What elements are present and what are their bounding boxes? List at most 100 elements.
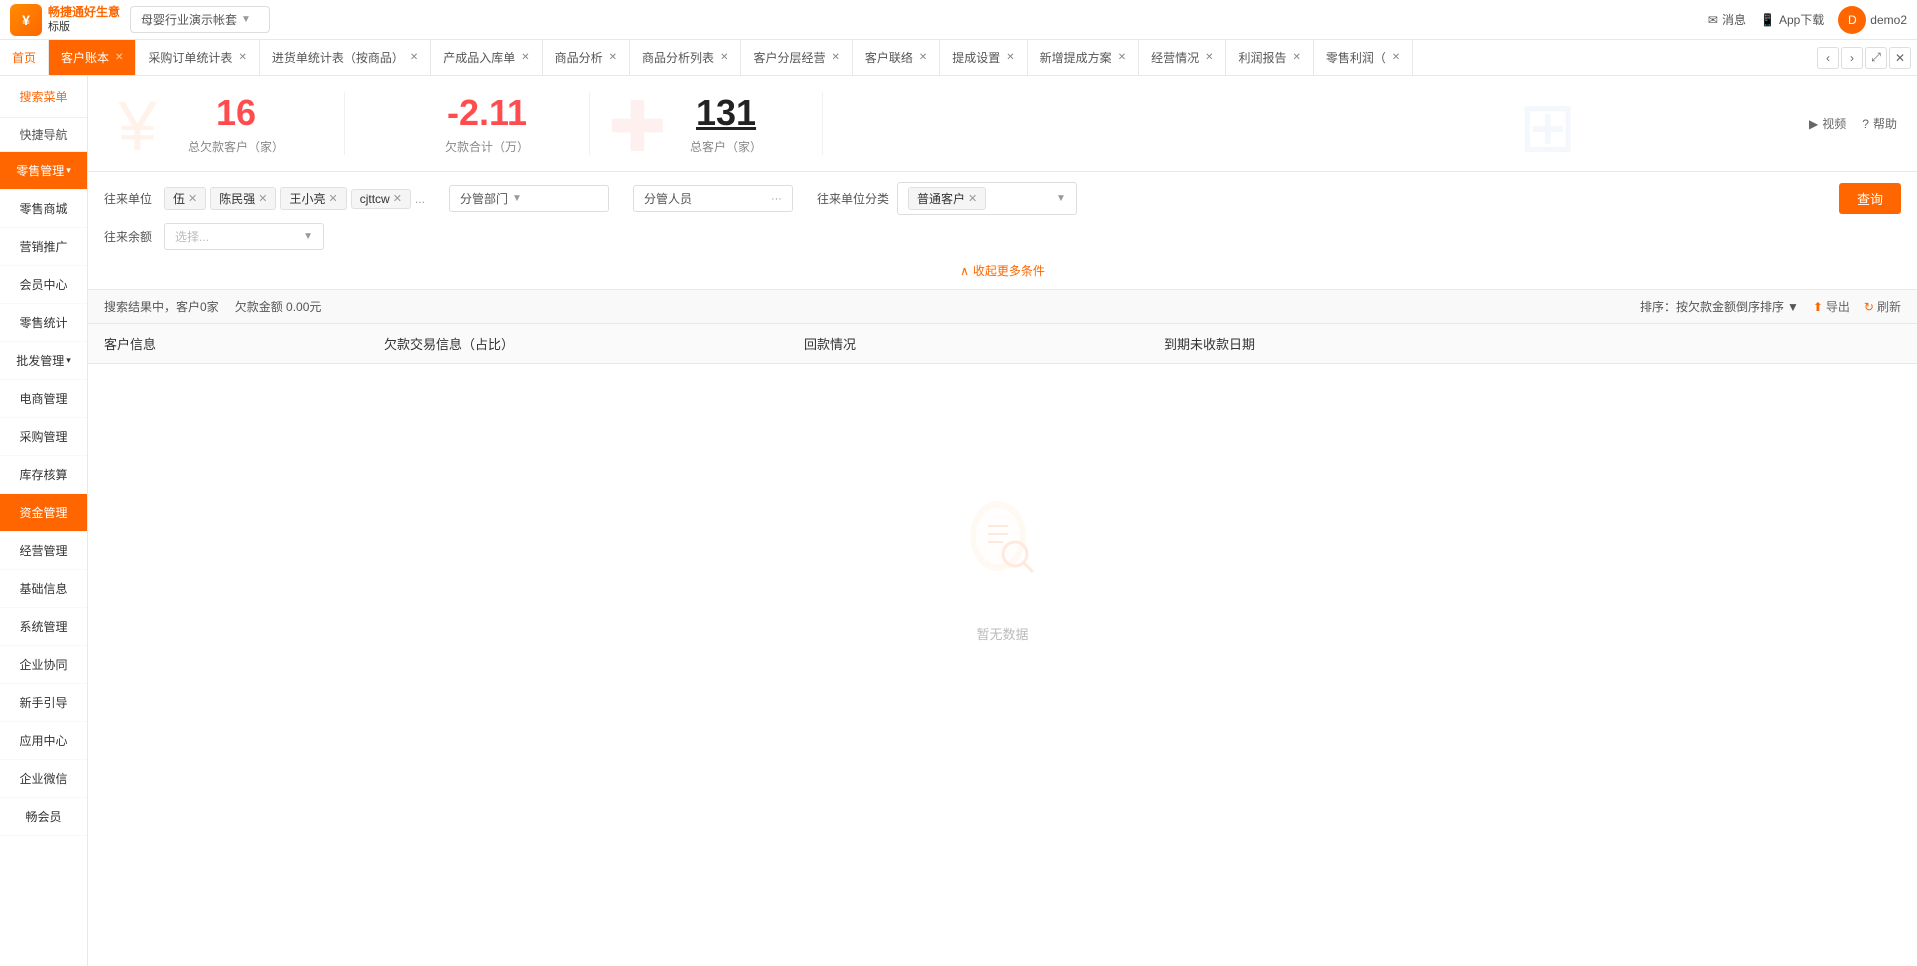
chevron-down-icon: ▼	[512, 193, 522, 204]
tab-customer-contact[interactable]: 客户联络 ✕	[853, 40, 940, 76]
unit-type-selector[interactable]: 普通客户 ✕ ▼	[897, 182, 1077, 215]
dept-selector[interactable]: 分管部门 ▼	[449, 185, 609, 212]
stat-bg-icon-3: ⊞	[1518, 86, 1577, 168]
filter-tag-cjttcw: cjttcw ✕	[351, 189, 411, 209]
close-icon[interactable]: ✕	[238, 52, 246, 63]
remove-tag-wang[interactable]: ✕	[328, 192, 337, 205]
col-customer-info: 客户信息	[104, 334, 384, 353]
tab-business-status[interactable]: 经营情况 ✕	[1139, 40, 1226, 76]
nav-next-button[interactable]: ›	[1841, 47, 1863, 69]
tab-profit-report[interactable]: 利润报告 ✕	[1226, 40, 1313, 76]
tab-goods-analysis-list[interactable]: 商品分析列表 ✕	[630, 40, 741, 76]
close-icon[interactable]: ✕	[1118, 52, 1126, 63]
stat-debt-customers-value: 16	[216, 92, 256, 134]
close-icon[interactable]: ✕	[1205, 52, 1213, 63]
sidebar-item-basic-info[interactable]: 基础信息	[0, 570, 87, 608]
close-icon[interactable]: ✕	[1392, 52, 1400, 63]
export-button[interactable]: ⬆ 导出	[1813, 298, 1850, 315]
sidebar-item-member[interactable]: 会员中心	[0, 266, 87, 304]
sidebar-item-guide[interactable]: 新手引导	[0, 684, 87, 722]
stat-debt-amount-label: 欠款合计（万）	[445, 138, 529, 155]
quick-nav-button[interactable]: 快捷导航	[0, 118, 87, 152]
help-button[interactable]: ? 帮助	[1862, 115, 1897, 132]
close-icon[interactable]: ✕	[720, 52, 728, 63]
tab-customer-ledger[interactable]: 客户账本 ✕	[49, 40, 136, 76]
sidebar-item-operation[interactable]: 经营管理	[0, 532, 87, 570]
search-menu-button[interactable]: 搜索菜单	[6, 84, 81, 109]
sort-button[interactable]: 排序：按欠款金额倒序排序 ▼	[1640, 298, 1799, 315]
sidebar-item-enterprise[interactable]: 企业协同	[0, 646, 87, 684]
filter-tag-wang: 王小亮 ✕	[280, 187, 346, 210]
table-header: 客户信息 欠款交易信息（占比） 回款情况 到期未收款日期	[88, 324, 1917, 364]
person-selector[interactable]: 分管人员 ···	[633, 185, 793, 212]
sidebar-item-retail[interactable]: 零售管理 ▾	[0, 152, 87, 190]
help-icon: ?	[1862, 117, 1869, 131]
avatar: D	[1838, 6, 1866, 34]
sidebar: 搜索菜单 快捷导航 零售管理 ▾ 零售商城 营销推广 会员中心 零售统计 批发管…	[0, 76, 88, 966]
filter-balance-label: 往来余额	[104, 228, 156, 245]
refresh-button[interactable]: ↻ 刷新	[1864, 298, 1901, 315]
results-actions: 排序：按欠款金额倒序排序 ▼ ⬆ 导出 ↻ 刷新	[1640, 298, 1901, 315]
filter-tag-chen: 陈民强 ✕	[210, 187, 276, 210]
close-icon[interactable]: ✕	[919, 52, 927, 63]
filter-row-1: 往来单位 伍 ✕ 陈民强 ✕ 王小亮 ✕	[104, 182, 1901, 215]
tab-retail-profit[interactable]: 零售利润（ ✕	[1314, 40, 1413, 76]
top-bar: ¥ 畅捷通好生意 标版 母婴行业演示帐套 ▼ ✉ 消息 📱 App下载 D de…	[0, 0, 1917, 40]
chevron-down-icon: ▼	[1787, 300, 1799, 314]
close-icon[interactable]: ✕	[410, 52, 418, 63]
remove-tag-cjttcw[interactable]: ✕	[393, 192, 402, 205]
tab-goods-stats[interactable]: 进货单统计表（按商品） ✕	[260, 40, 431, 76]
stat-debt-customers: 16 总欠款客户（家）	[108, 92, 345, 155]
nav-maximize-button[interactable]: ⤢	[1865, 47, 1887, 69]
collapse-button[interactable]: ∧ 收起更多条件	[960, 262, 1045, 279]
close-icon[interactable]: ✕	[1006, 52, 1014, 63]
col-payment-status: 回款情况	[804, 334, 1164, 353]
remove-tag-chen[interactable]: ✕	[258, 192, 267, 205]
sidebar-item-marketing[interactable]: 营销推广	[0, 228, 87, 266]
download-icon: 📱	[1760, 13, 1775, 27]
close-icon[interactable]: ✕	[521, 52, 529, 63]
balance-selector[interactable]: 选择... ▼	[164, 223, 324, 250]
app-download-button[interactable]: 📱 App下载	[1760, 11, 1824, 28]
message-button[interactable]: ✉ 消息	[1708, 11, 1746, 28]
tab-customer-tier[interactable]: 客户分层经营 ✕	[741, 40, 852, 76]
tab-add-commission[interactable]: 新增提成方案 ✕	[1028, 40, 1139, 76]
message-icon: ✉	[1708, 13, 1718, 27]
close-icon[interactable]: ✕	[1293, 52, 1301, 63]
query-button[interactable]: 查询	[1839, 183, 1901, 214]
user-menu[interactable]: D demo2	[1838, 6, 1907, 34]
logo-area: ¥ 畅捷通好生意 标版	[10, 4, 120, 36]
nav-prev-button[interactable]: ‹	[1817, 47, 1839, 69]
remove-unit-type[interactable]: ✕	[968, 192, 977, 205]
close-icon[interactable]: ✕	[831, 52, 839, 63]
sidebar-item-chang-member[interactable]: 畅会员	[0, 798, 87, 836]
close-icon[interactable]: ✕	[115, 52, 123, 63]
sidebar-item-system[interactable]: 系统管理	[0, 608, 87, 646]
tab-finished-goods[interactable]: 产成品入库单 ✕	[431, 40, 542, 76]
filter-more-tags[interactable]: ...	[415, 192, 425, 206]
sidebar-search-area: 搜索菜单	[0, 76, 87, 118]
stat-total-customers: 131 总客户（家）	[590, 92, 823, 155]
sidebar-item-wholesale[interactable]: 批发管理 ▾	[0, 342, 87, 380]
sidebar-item-ecommerce[interactable]: 电商管理	[0, 380, 87, 418]
sidebar-item-inventory[interactable]: 库存核算	[0, 456, 87, 494]
tab-purchase-order-stats[interactable]: 采购订单统计表 ✕	[136, 40, 259, 76]
sidebar-item-retail-stats[interactable]: 零售统计	[0, 304, 87, 342]
video-button[interactable]: ▶ 视频	[1809, 115, 1846, 132]
filter-tags: 伍 ✕ 陈民强 ✕ 王小亮 ✕ cjttcw ✕	[164, 187, 425, 210]
stats-panel: ¥ ✚ ⊞ 16 总欠款客户（家） -2.11 欠款合计（万） 131 总客户（…	[88, 76, 1917, 172]
sidebar-item-purchase[interactable]: 采购管理	[0, 418, 87, 456]
sidebar-item-app-center[interactable]: 应用中心	[0, 722, 87, 760]
nav-close-all-button[interactable]: ✕	[1889, 47, 1911, 69]
tab-home[interactable]: 首页	[0, 40, 49, 76]
close-icon[interactable]: ✕	[609, 52, 617, 63]
stat-total-customers-label: 总客户（家）	[690, 138, 762, 155]
sidebar-item-retail-mall[interactable]: 零售商城	[0, 190, 87, 228]
tab-goods-analysis[interactable]: 商品分析 ✕	[543, 40, 630, 76]
remove-tag-wu[interactable]: ✕	[188, 192, 197, 205]
sidebar-item-wechat[interactable]: 企业微信	[0, 760, 87, 798]
collapse-row: ∧ 收起更多条件	[104, 258, 1901, 279]
store-selector[interactable]: 母婴行业演示帐套 ▼	[130, 6, 270, 33]
sidebar-item-finance[interactable]: 资金管理	[0, 494, 87, 532]
tab-commission-setting[interactable]: 提成设置 ✕	[940, 40, 1027, 76]
